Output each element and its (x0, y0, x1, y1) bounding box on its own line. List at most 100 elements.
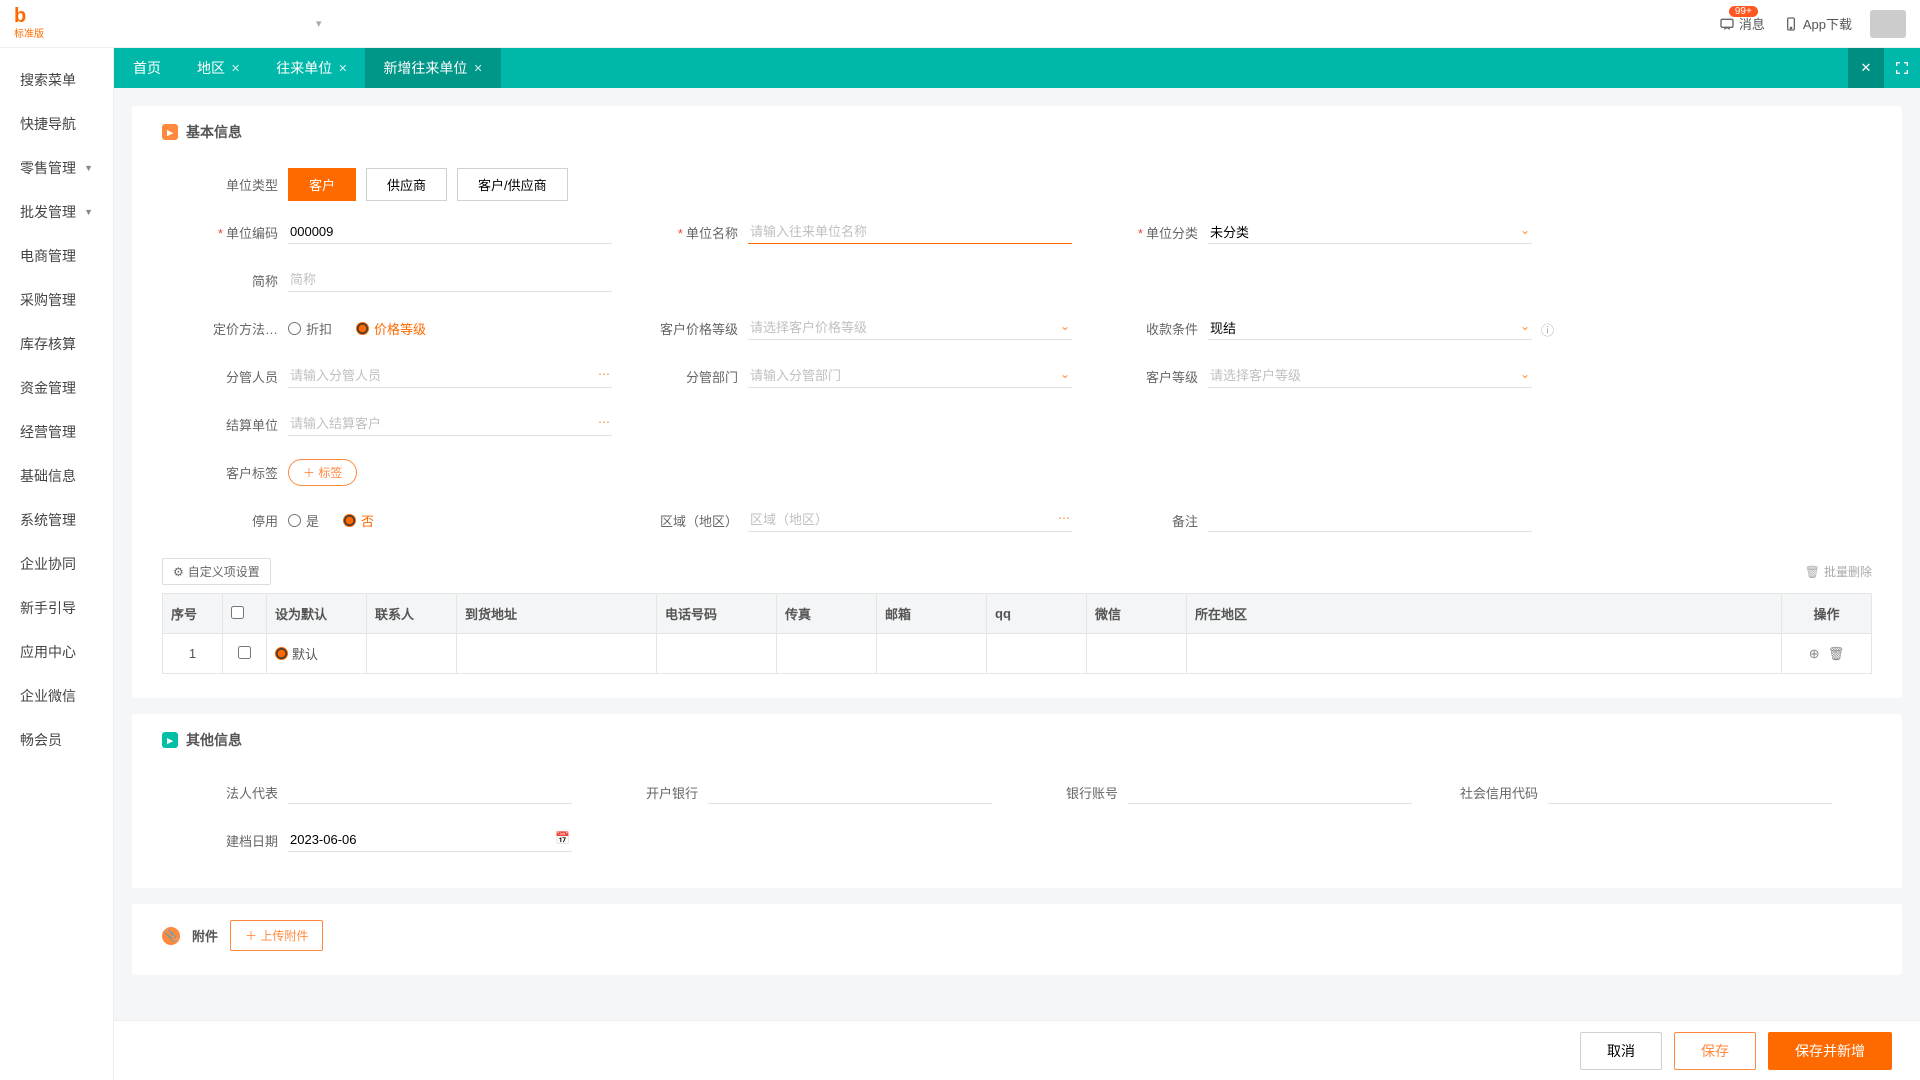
region-input[interactable] (748, 508, 1072, 532)
save-button[interactable]: 保存 (1674, 1032, 1756, 1070)
avatar[interactable] (1870, 10, 1906, 38)
sidebar-item-wholesale[interactable]: 批发管理▼ (0, 190, 113, 234)
pricing-discount[interactable]: 折扣 (288, 319, 332, 338)
sidebar-item-search[interactable]: 搜索菜单 (0, 58, 113, 102)
sidebar-item-inventory[interactable]: 库存核算 (0, 322, 113, 366)
disable-yes[interactable]: 是 (288, 511, 319, 530)
select-all-checkbox[interactable] (231, 606, 244, 619)
app-download-button[interactable]: App下载 (1783, 14, 1852, 33)
price-level-select[interactable] (748, 316, 1072, 340)
help-icon[interactable]: ⓘ (1541, 320, 1554, 339)
chat-icon (1719, 16, 1735, 32)
settle-unit-input[interactable] (288, 412, 612, 436)
chevron-down-icon[interactable]: ⌄ (1520, 223, 1530, 237)
fullscreen-button[interactable] (1884, 48, 1920, 88)
save-and-new-button[interactable]: 保存并新增 (1768, 1032, 1892, 1070)
remark-input[interactable] (1208, 508, 1532, 532)
section-title-other: ▸ 其他信息 (162, 730, 1872, 750)
card-attach: 📎 附件 ＋ 上传附件 (132, 904, 1902, 975)
credit-code-input[interactable] (1548, 780, 1832, 804)
pricing-level[interactable]: 价格等级 (356, 319, 426, 338)
cell-seq: 1 (163, 634, 223, 674)
bank-acc-input[interactable] (1128, 780, 1412, 804)
tabbar: 首页 地区✕ 往来单位✕ 新增往来单位✕ ✕ (0, 48, 1920, 88)
cell-wechat[interactable] (1087, 634, 1187, 674)
unit-class-select[interactable] (1208, 220, 1532, 244)
cell-addr[interactable] (457, 634, 657, 674)
pay-term-select[interactable] (1208, 316, 1532, 340)
sidebar-item-label: 经营管理 (20, 422, 76, 442)
sidebar-item-purchase[interactable]: 采购管理 (0, 278, 113, 322)
cell-fax[interactable] (777, 634, 877, 674)
tab-home[interactable]: 首页 (115, 48, 179, 88)
row-default-radio[interactable]: 默认 (275, 644, 358, 663)
sidebar-item-guide[interactable]: 新手引导 (0, 586, 113, 630)
close-icon[interactable]: ✕ (473, 62, 482, 75)
cell-contact[interactable] (367, 634, 457, 674)
unit-type-both[interactable]: 客户/供应商 (457, 168, 568, 201)
cell-email[interactable] (877, 634, 987, 674)
org-selector[interactable]: ▾ (146, 17, 322, 30)
unit-type-customer[interactable]: 客户 (288, 168, 356, 201)
sidebar-item-operation[interactable]: 经营管理 (0, 410, 113, 454)
sidebar-item-wechat[interactable]: 企业微信 (0, 674, 113, 718)
add-row-icon[interactable]: ⊕ (1809, 646, 1820, 661)
short-name-input[interactable] (288, 268, 612, 292)
chevron-down-icon[interactable]: ⌄ (1520, 367, 1530, 381)
chevron-down-icon[interactable]: ⌄ (1520, 319, 1530, 333)
sidebar-item-member[interactable]: 畅会员 (0, 718, 113, 762)
cell-phone[interactable] (657, 634, 777, 674)
more-icon[interactable]: ⋯ (598, 415, 610, 429)
sidebar-item-ecommerce[interactable]: 电商管理 (0, 234, 113, 278)
label-disable: 停用 (192, 511, 288, 530)
unit-name-input[interactable] (748, 220, 1072, 244)
cancel-button[interactable]: 取消 (1580, 1032, 1662, 1070)
sidebar-item-label: 新手引导 (20, 598, 76, 618)
legal-input[interactable] (288, 780, 572, 804)
calendar-icon[interactable]: 📅 (555, 831, 570, 845)
cell-qq[interactable] (987, 634, 1087, 674)
th-qq: qq (987, 594, 1087, 634)
close-icon[interactable]: ✕ (231, 62, 240, 75)
cust-level-select[interactable] (1208, 364, 1532, 388)
tab-close-all-button[interactable]: ✕ (1848, 48, 1884, 88)
caret-down-icon: ▼ (84, 207, 93, 217)
tab-region[interactable]: 地区✕ (179, 48, 258, 88)
sidebar-item-quicknav[interactable]: 快捷导航 (0, 102, 113, 146)
chevron-down-icon[interactable]: ⌄ (1060, 367, 1070, 381)
messages-button[interactable]: 消息 99+ (1719, 14, 1765, 33)
close-icon[interactable]: ✕ (338, 62, 347, 75)
row-checkbox[interactable] (238, 646, 251, 659)
disable-no[interactable]: 否 (343, 511, 374, 530)
tab-new-partner[interactable]: 新增往来单位✕ (365, 48, 500, 88)
custom-fields-button[interactable]: ⚙自定义项设置 (162, 558, 271, 585)
th-fax: 传真 (777, 594, 877, 634)
sidebar-item-label: 零售管理 (20, 158, 76, 178)
unit-type-supplier[interactable]: 供应商 (366, 168, 447, 201)
bank-input[interactable] (708, 780, 992, 804)
sidebar-item-collab[interactable]: 企业协同 (0, 542, 113, 586)
label-unit-name: *单位名称 (652, 223, 748, 242)
delete-row-icon[interactable]: 🗑 (1828, 646, 1845, 661)
upload-attachment-button[interactable]: ＋ 上传附件 (230, 920, 323, 951)
more-icon[interactable]: ⋯ (1058, 511, 1070, 525)
cell-area[interactable] (1187, 634, 1782, 674)
label-pricing: 定价方法… (192, 319, 288, 338)
owner-input[interactable] (288, 364, 612, 388)
more-icon[interactable]: ⋯ (598, 367, 610, 381)
topbar: b 标准版 ▾ 消息 99+ App下载 (0, 0, 1920, 48)
unit-code-input[interactable] (288, 220, 612, 244)
label-owner-dept: 分管部门 (652, 367, 748, 386)
batch-delete-button[interactable]: 🗑批量删除 (1805, 558, 1872, 585)
owner-dept-select[interactable] (748, 364, 1072, 388)
created-date-input[interactable] (288, 828, 572, 852)
add-tag-button[interactable]: ＋ 标签 (288, 459, 357, 486)
sidebar-item-system[interactable]: 系统管理 (0, 498, 113, 542)
sidebar-item-apps[interactable]: 应用中心 (0, 630, 113, 674)
sidebar-item-basic[interactable]: 基础信息 (0, 454, 113, 498)
chevron-down-icon[interactable]: ⌄ (1060, 319, 1070, 333)
sidebar-item-funds[interactable]: 资金管理 (0, 366, 113, 410)
tab-partners[interactable]: 往来单位✕ (258, 48, 365, 88)
brand-logo: b 标准版 (14, 2, 106, 46)
sidebar-item-retail[interactable]: 零售管理▼ (0, 146, 113, 190)
